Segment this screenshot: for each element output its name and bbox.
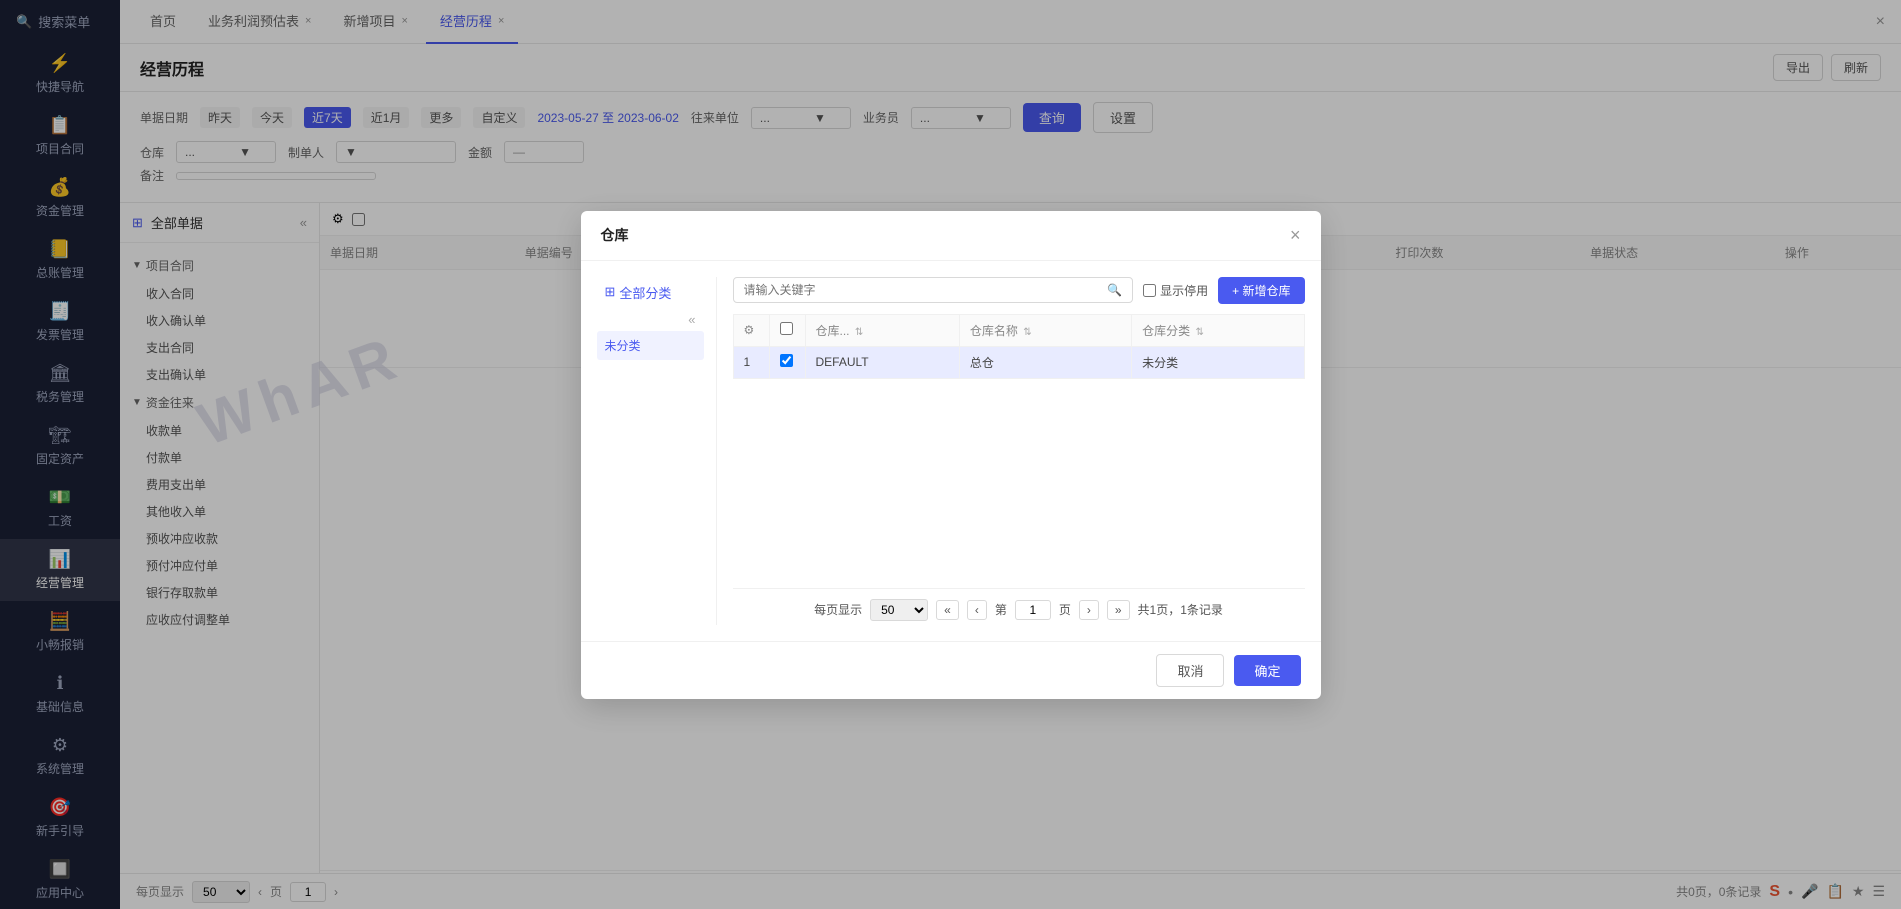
modal-title: 仓库 bbox=[601, 225, 629, 245]
modal-confirm-button[interactable]: 确定 bbox=[1234, 655, 1300, 686]
modal-select-all[interactable] bbox=[780, 322, 793, 335]
show-disabled-checkbox[interactable] bbox=[1143, 284, 1156, 297]
modal-last-page-btn[interactable]: » bbox=[1107, 600, 1130, 620]
modal-table: ⚙ 仓库... ⇅ 仓库名称 ⇅ 仓库分类 ⇅ 1 DEFAULT 总仓 未分类 bbox=[733, 314, 1305, 379]
modal-left-panel: ⊞ 全部分类 « 未分类 bbox=[597, 277, 717, 625]
modal-pagination: 每页显示 50 « ‹ 第 页 › » 共1页，1条记录 bbox=[733, 588, 1305, 625]
modal-search-box[interactable]: 🔍 bbox=[733, 277, 1134, 303]
modal-row-checkbox[interactable] bbox=[769, 346, 805, 378]
modal-cancel-button[interactable]: 取消 bbox=[1156, 654, 1224, 687]
modal-page-suffix: 页 bbox=[1059, 601, 1071, 618]
modal-table-row[interactable]: 1 DEFAULT 总仓 未分类 bbox=[733, 346, 1304, 378]
modal-right-panel: 🔍 显示停用 + 新增仓库 ⚙ 仓库... ⇅ 仓库名称 ⇅ 仓库分类 ⇅ bbox=[717, 277, 1305, 625]
modal-add-button[interactable]: + 新增仓库 bbox=[1218, 277, 1304, 304]
modal-next-page-btn[interactable]: › bbox=[1079, 600, 1099, 620]
modal-all-categories[interactable]: ⊞ 全部分类 bbox=[597, 277, 704, 308]
grid-icon: ⊞ bbox=[605, 284, 616, 300]
modal-close-icon[interactable]: × bbox=[1290, 225, 1301, 246]
modal-search-input[interactable] bbox=[744, 283, 1102, 297]
category-unclassified-label: 未分类 bbox=[605, 339, 641, 353]
modal-row-category: 未分类 bbox=[1132, 346, 1304, 378]
th-modal-name: 仓库名称 ⇅ bbox=[959, 314, 1131, 346]
modal-total-label: 共1页，1条记录 bbox=[1138, 601, 1223, 618]
modal-show-disabled-checkbox[interactable]: 显示停用 bbox=[1143, 282, 1208, 299]
warehouse-modal: 仓库 × ⊞ 全部分类 « 未分类 🔍 bbox=[581, 211, 1321, 699]
show-disabled-label: 显示停用 bbox=[1160, 282, 1208, 299]
modal-left-items: 未分类 bbox=[597, 331, 704, 360]
modal-row-code: DEFAULT bbox=[805, 346, 959, 378]
modal-body: ⊞ 全部分类 « 未分类 🔍 显示停用 bbox=[581, 261, 1321, 641]
modal-prev-page-btn[interactable]: ‹ bbox=[967, 600, 987, 620]
modal-first-page-btn[interactable]: « bbox=[936, 600, 959, 620]
modal-page-label: 第 bbox=[995, 601, 1007, 618]
modal-row-num: 1 bbox=[733, 346, 769, 378]
modal-toolbar: 🔍 显示停用 + 新增仓库 bbox=[733, 277, 1305, 304]
th-modal-code: 仓库... ⇅ bbox=[805, 314, 959, 346]
modal-footer: 取消 确定 bbox=[581, 641, 1321, 699]
modal-header: 仓库 × bbox=[581, 211, 1321, 261]
th-modal-checkbox bbox=[769, 314, 805, 346]
th-modal-settings: ⚙ bbox=[733, 314, 769, 346]
modal-row-name: 总仓 bbox=[959, 346, 1131, 378]
modal-all-categories-label: 全部分类 bbox=[619, 283, 671, 302]
modal-table-header-row: ⚙ 仓库... ⇅ 仓库名称 ⇅ 仓库分类 ⇅ bbox=[733, 314, 1304, 346]
modal-per-page-label: 每页显示 bbox=[814, 601, 862, 618]
modal-per-page-select[interactable]: 50 bbox=[870, 599, 928, 621]
modal-category-unclassified[interactable]: 未分类 bbox=[597, 331, 704, 360]
modal-collapse-icon[interactable]: « bbox=[688, 312, 695, 327]
th-modal-category: 仓库分类 ⇅ bbox=[1132, 314, 1304, 346]
modal-search-icon: 🔍 bbox=[1107, 283, 1122, 297]
modal-page-input[interactable] bbox=[1015, 600, 1051, 620]
